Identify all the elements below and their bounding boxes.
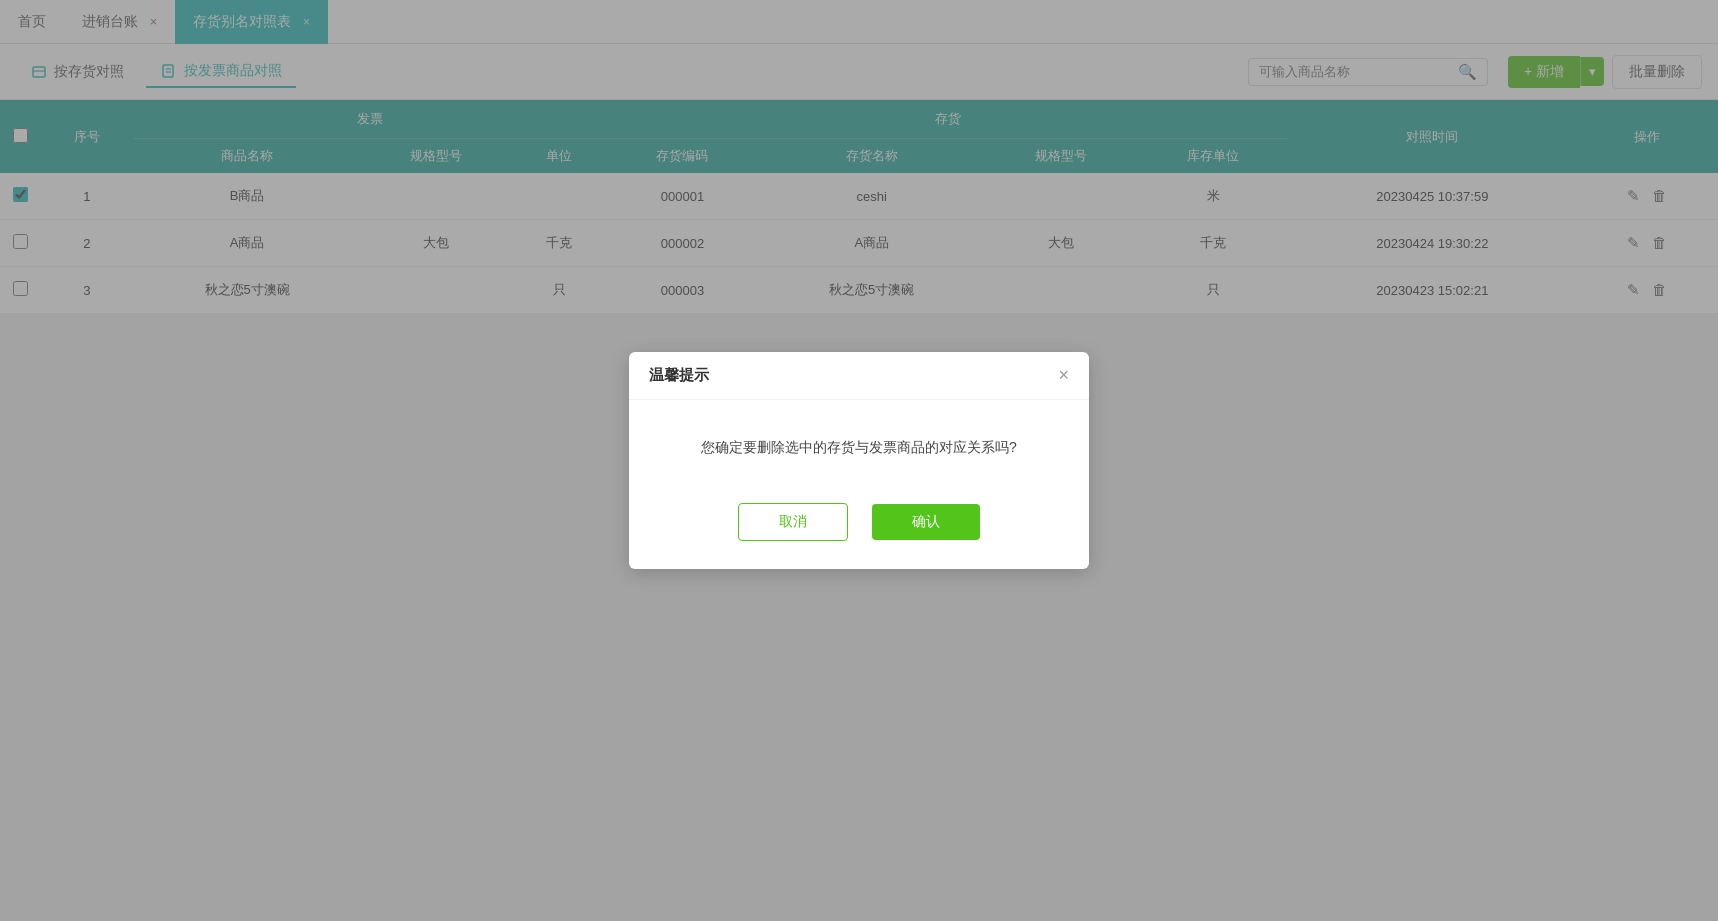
modal-confirm-button[interactable]: 确认 (872, 504, 980, 540)
modal-header: 温馨提示 × (629, 352, 1089, 400)
modal-title: 温馨提示 (649, 366, 709, 385)
modal-message: 您确定要删除选中的存货与发票商品的对应关系吗? (701, 439, 1017, 455)
modal-close-button[interactable]: × (1058, 366, 1069, 384)
modal-overlay: 温馨提示 × 您确定要删除选中的存货与发票商品的对应关系吗? 取消 确认 (0, 0, 1718, 921)
modal-footer: 取消 确认 (629, 487, 1089, 569)
confirm-modal: 温馨提示 × 您确定要删除选中的存货与发票商品的对应关系吗? 取消 确认 (629, 352, 1089, 570)
modal-body: 您确定要删除选中的存货与发票商品的对应关系吗? (629, 400, 1089, 488)
modal-cancel-button[interactable]: 取消 (738, 503, 848, 541)
